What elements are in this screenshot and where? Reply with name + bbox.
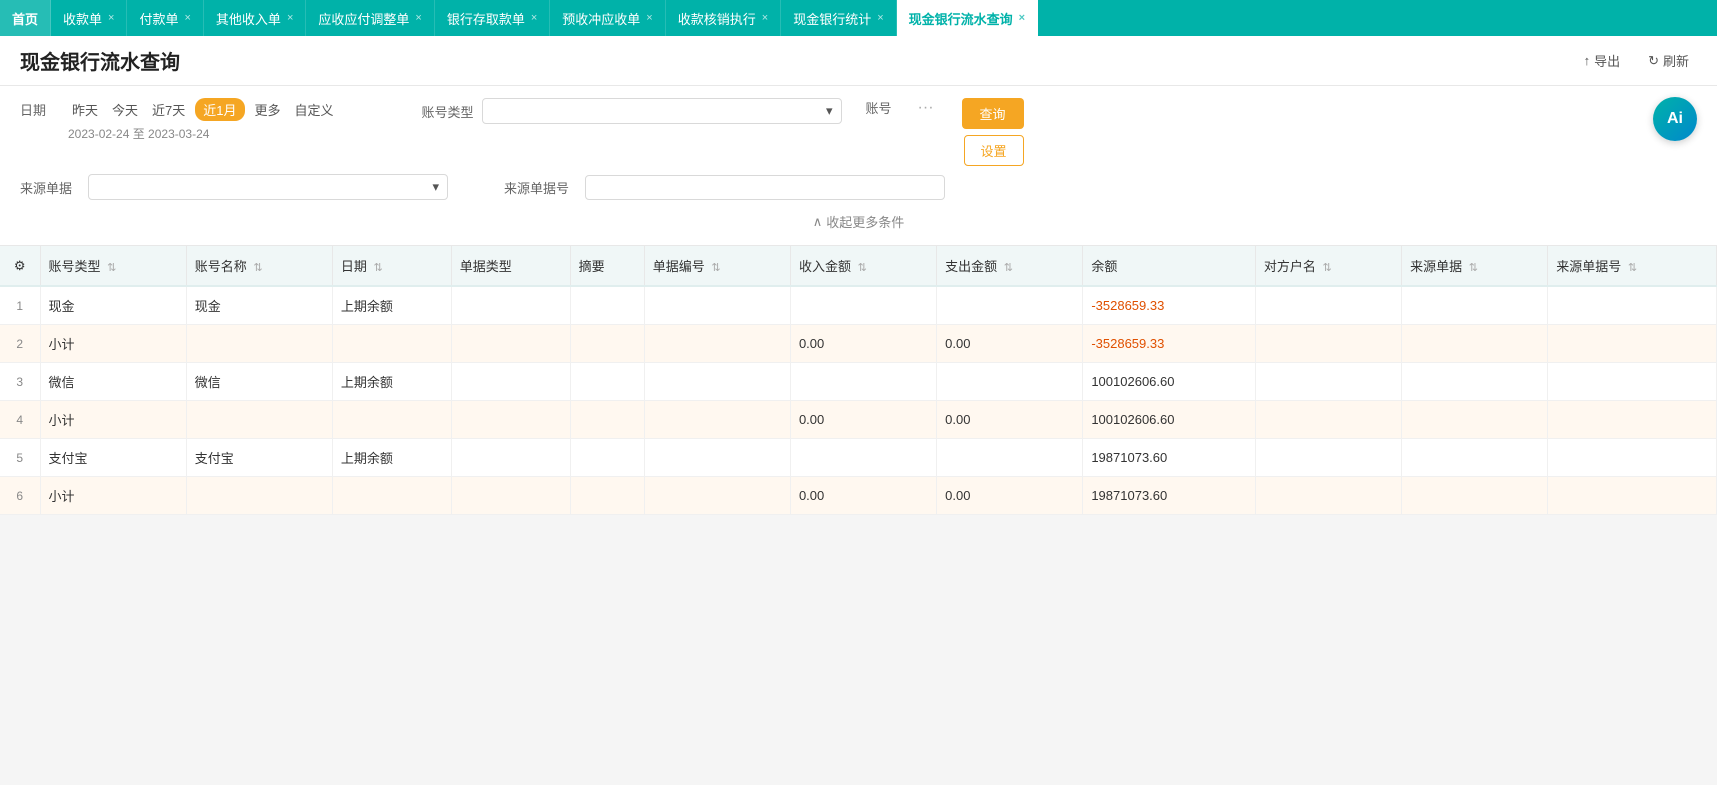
refresh-button[interactable]: ↻ 刷新 [1640, 47, 1697, 74]
sort-icon: ⇅ [1628, 262, 1637, 274]
date-opt-more[interactable]: 更多 [251, 98, 285, 121]
nav-home[interactable]: 首页 [0, 0, 51, 36]
nav-tab-0[interactable]: 收款单 × [51, 0, 127, 36]
nav-tab-1[interactable]: 付款单 × [127, 0, 203, 36]
table-row[interactable]: 4小计0.000.00100102606.60 [0, 401, 1717, 439]
sort-icon: ⇅ [1469, 262, 1478, 274]
chevron-down-icon: ▾ [432, 179, 439, 195]
ai-button[interactable]: Ai [1653, 97, 1697, 141]
refresh-icon: ↻ [1648, 53, 1659, 69]
close-icon[interactable]: × [877, 12, 883, 24]
close-icon[interactable]: × [1019, 12, 1025, 24]
export-button[interactable]: ↑ 导出 [1576, 47, 1629, 74]
page-title: 现金银行流水查询 [20, 46, 180, 75]
account-label: 账号 [866, 98, 906, 117]
nav-tab-7[interactable]: 现金银行统计 × [781, 0, 896, 36]
collapse-bar[interactable]: ∧ 收起更多条件 [20, 208, 1697, 237]
col-account-type[interactable]: 账号类型 ⇅ [40, 246, 186, 286]
top-nav: 首页 收款单 × 付款单 × 其他收入单 × 应收应付调整单 × 银行存取款单 … [0, 0, 1717, 36]
date-opt-today[interactable]: 今天 [108, 98, 142, 121]
sort-icon: ⇅ [711, 262, 720, 274]
close-icon[interactable]: × [531, 12, 537, 24]
col-balance: 余额 [1083, 246, 1256, 286]
col-income[interactable]: 收入金额 ⇅ [790, 246, 936, 286]
page-header: 现金银行流水查询 ↑ 导出 ↻ 刷新 [0, 36, 1717, 86]
date-opt-7days[interactable]: 近7天 [148, 98, 189, 121]
account-ellipsis-button[interactable]: ··· [914, 99, 938, 117]
col-source-doc-no[interactable]: 来源单据号 ⇅ [1548, 246, 1717, 286]
export-icon: ↑ [1584, 53, 1591, 68]
table-row[interactable]: 3微信微信上期余额100102606.60 [0, 363, 1717, 401]
date-label: 日期 [20, 100, 60, 119]
account-type-label: 账号类型 [422, 102, 474, 121]
date-options: 昨天 今天 近7天 近1月 更多 自定义 [68, 98, 338, 121]
filter-area: 日期 昨天 今天 近7天 近1月 更多 自定义 2023-02-24 至 202… [0, 86, 1717, 246]
gear-icon: ⚙ [14, 258, 26, 274]
nav-tab-4[interactable]: 银行存取款单 × [435, 0, 550, 36]
date-opt-yesterday[interactable]: 昨天 [68, 98, 102, 121]
close-icon[interactable]: × [287, 12, 293, 24]
col-date[interactable]: 日期 ⇅ [332, 246, 451, 286]
table-container: ⚙ 账号类型 ⇅ 账号名称 ⇅ 日期 ⇅ 单据类型 [0, 246, 1717, 515]
table-row[interactable]: 5支付宝支付宝上期余额19871073.60 [0, 439, 1717, 477]
date-opt-custom[interactable]: 自定义 [291, 98, 338, 121]
setting-button[interactable]: 设置 [964, 135, 1024, 166]
col-doc-type: 单据类型 [451, 246, 570, 286]
table-row[interactable]: 2小计0.000.00-3528659.33 [0, 325, 1717, 363]
sort-icon: ⇅ [1323, 262, 1332, 274]
nav-tab-2[interactable]: 其他收入单 × [204, 0, 306, 36]
close-icon[interactable]: × [646, 12, 652, 24]
sort-icon: ⇅ [1004, 262, 1013, 274]
close-icon[interactable]: × [184, 12, 190, 24]
chevron-down-icon: ▾ [826, 103, 833, 119]
nav-tab-5[interactable]: 预收冲应收单 × [550, 0, 665, 36]
nav-tab-8[interactable]: 现金银行流水查询 × [897, 0, 1038, 36]
table-header-row: ⚙ 账号类型 ⇅ 账号名称 ⇅ 日期 ⇅ 单据类型 [0, 246, 1717, 286]
filter-row-2: 来源单据 ▾ 来源单据号 [20, 174, 1697, 200]
right-panel: 查询 设置 [962, 98, 1024, 166]
sort-icon: ⇅ [374, 262, 383, 274]
col-account-name[interactable]: 账号名称 ⇅ [186, 246, 332, 286]
source-doc-no-input[interactable] [585, 175, 945, 200]
data-table: ⚙ 账号类型 ⇅ 账号名称 ⇅ 日期 ⇅ 单据类型 [0, 246, 1717, 515]
header-actions: ↑ 导出 ↻ 刷新 [1576, 47, 1697, 74]
source-doc-select[interactable]: ▾ [88, 174, 448, 200]
col-source-doc[interactable]: 来源单据 ⇅ [1402, 246, 1548, 286]
close-icon[interactable]: × [108, 12, 114, 24]
source-doc-no-label: 来源单据号 [504, 178, 569, 197]
close-icon[interactable]: × [415, 12, 421, 24]
collapse-icon: ∧ [813, 214, 823, 230]
source-doc-label: 来源单据 [20, 178, 72, 197]
col-expense[interactable]: 支出金额 ⇅ [937, 246, 1083, 286]
col-gear[interactable]: ⚙ [0, 246, 40, 286]
col-counterpart[interactable]: 对方户名 ⇅ [1255, 246, 1401, 286]
nav-tab-6[interactable]: 收款核销执行 × [666, 0, 781, 36]
account-type-select[interactable]: ▾ [482, 98, 842, 124]
date-opt-1month[interactable]: 近1月 [195, 98, 244, 121]
query-button[interactable]: 查询 [962, 98, 1024, 129]
col-summary: 摘要 [570, 246, 644, 286]
table-row[interactable]: 6小计0.000.0019871073.60 [0, 477, 1717, 515]
sort-icon: ⇅ [107, 262, 116, 274]
col-doc-no[interactable]: 单据编号 ⇅ [644, 246, 790, 286]
sort-icon: ⇅ [858, 262, 867, 274]
nav-tab-3[interactable]: 应收应付调整单 × [306, 0, 434, 36]
table-row[interactable]: 1现金现金上期余额-3528659.33 [0, 286, 1717, 325]
sort-icon: ⇅ [253, 262, 262, 274]
close-icon[interactable]: × [762, 12, 768, 24]
date-range-display: 2023-02-24 至 2023-03-24 [68, 127, 209, 141]
